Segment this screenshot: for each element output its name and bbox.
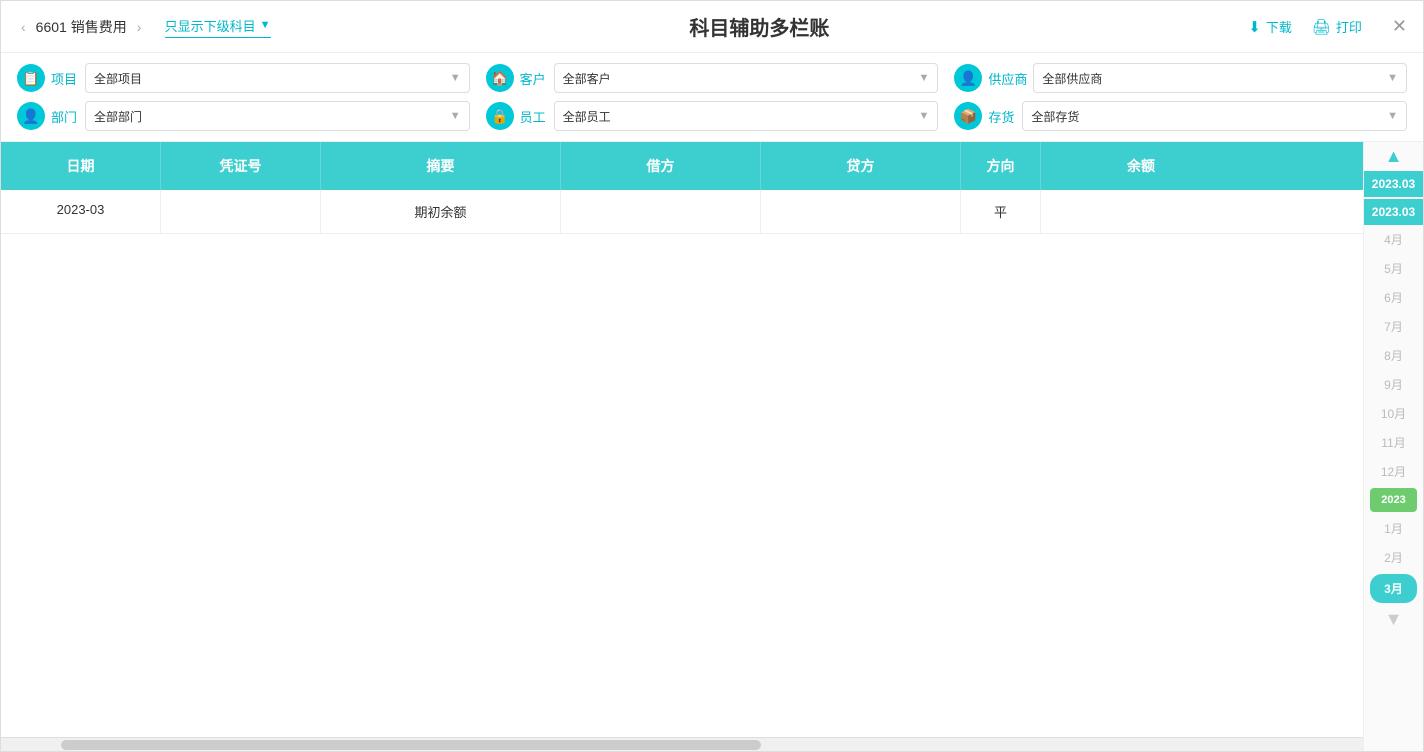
cell-balance bbox=[1041, 190, 1241, 233]
department-value: 全部部门 bbox=[94, 108, 142, 125]
filter-customer: 🏠 客户 全部客户 ▼ bbox=[486, 63, 939, 93]
inventory-label: 存货 bbox=[988, 107, 1016, 126]
timeline-down-arrow[interactable]: ▼ bbox=[1364, 605, 1423, 634]
timeline-month-8[interactable]: 8月 bbox=[1364, 341, 1423, 370]
cell-date: 2023-03 bbox=[1, 190, 161, 233]
department-label: 部门 bbox=[51, 107, 79, 126]
horizontal-scrollbar[interactable] bbox=[1, 737, 1363, 751]
timeline-year-2023[interactable]: 2023 bbox=[1370, 488, 1417, 512]
cell-summary: 期初余额 bbox=[321, 190, 561, 233]
project-label: 项目 bbox=[51, 69, 79, 88]
print-button[interactable]: 🖨 打印 bbox=[1312, 17, 1362, 36]
table-row: 2023-03 期初余额 平 bbox=[1, 190, 1363, 234]
col-voucher: 凭证号 bbox=[161, 142, 321, 190]
customer-select[interactable]: 全部客户 ▼ bbox=[554, 63, 939, 93]
timeline-month-1[interactable]: 1月 bbox=[1364, 514, 1423, 543]
nav-left: ‹ 6601 销售费用 › 只显示下级科目 ▼ bbox=[17, 16, 271, 38]
toolbar-right: ⬇ 下载 🖨 打印 ✕ bbox=[1248, 16, 1407, 37]
cell-direction: 平 bbox=[961, 190, 1041, 233]
main-content: 日期 凭证号 摘要 借方 贷方 方向 余额 2023-03 期初余额 平 bbox=[1, 142, 1423, 751]
cell-voucher bbox=[161, 190, 321, 233]
timeline-header-1: 2023.03 bbox=[1364, 171, 1423, 197]
inventory-select[interactable]: 全部存货 ▼ bbox=[1022, 101, 1407, 131]
filter-department: 👤 部门 全部部门 ▼ bbox=[17, 101, 470, 131]
page-title: 科目辅助多栏账 bbox=[271, 12, 1249, 41]
timeline-month-3-active[interactable]: 3月 bbox=[1370, 574, 1417, 603]
timeline-month-11[interactable]: 11月 bbox=[1364, 428, 1423, 457]
close-button[interactable]: ✕ bbox=[1392, 16, 1407, 37]
timeline-header-2: 2023.03 bbox=[1364, 199, 1423, 225]
download-button[interactable]: ⬇ 下载 bbox=[1248, 17, 1292, 36]
col-date: 日期 bbox=[1, 142, 161, 190]
filter-supplier: 👤 供应商 全部供应商 ▼ bbox=[954, 63, 1407, 93]
project-value: 全部项目 bbox=[94, 70, 142, 87]
main-window: ‹ 6601 销售费用 › 只显示下级科目 ▼ 科目辅助多栏账 ⬇ 下载 🖨 打… bbox=[0, 0, 1424, 752]
print-label: 打印 bbox=[1336, 17, 1362, 36]
customer-label: 客户 bbox=[520, 69, 548, 88]
scrollbar-thumb[interactable] bbox=[61, 740, 761, 750]
customer-value: 全部客户 bbox=[563, 70, 611, 87]
table-area: 日期 凭证号 摘要 借方 贷方 方向 余额 2023-03 期初余额 平 bbox=[1, 142, 1363, 751]
col-direction: 方向 bbox=[961, 142, 1041, 190]
download-icon: ⬇ bbox=[1248, 18, 1261, 36]
supplier-label: 供应商 bbox=[988, 69, 1027, 88]
department-select[interactable]: 全部部门 ▼ bbox=[85, 101, 470, 131]
filter-project: 📋 项目 全部项目 ▼ bbox=[17, 63, 470, 93]
inventory-icon: 📦 bbox=[954, 102, 982, 130]
cell-credit bbox=[761, 190, 961, 233]
filter-inventory: 📦 存货 全部存货 ▼ bbox=[954, 101, 1407, 131]
col-summary: 摘要 bbox=[321, 142, 561, 190]
project-chevron-icon: ▼ bbox=[450, 72, 461, 84]
supplier-chevron-icon: ▼ bbox=[1387, 72, 1398, 84]
project-select[interactable]: 全部项目 ▼ bbox=[85, 63, 470, 93]
col-balance: 余额 bbox=[1041, 142, 1241, 190]
customer-chevron-icon: ▼ bbox=[918, 72, 929, 84]
supplier-icon: 👤 bbox=[954, 64, 982, 92]
timeline-month-6[interactable]: 6月 bbox=[1364, 283, 1423, 312]
download-label: 下载 bbox=[1266, 17, 1292, 36]
chevron-down-icon: ▼ bbox=[260, 19, 271, 31]
table-body: 2023-03 期初余额 平 bbox=[1, 190, 1363, 737]
employee-select[interactable]: 全部员工 ▼ bbox=[554, 101, 939, 131]
table-header: 日期 凭证号 摘要 借方 贷方 方向 余额 bbox=[1, 142, 1363, 190]
department-icon: 👤 bbox=[17, 102, 45, 130]
next-arrow[interactable]: › bbox=[133, 17, 146, 37]
prev-arrow[interactable]: ‹ bbox=[17, 17, 30, 37]
filter-bar: 📋 项目 全部项目 ▼ 🏠 客户 全部客户 ▼ 👤 供应商 全部供应商 ▼ bbox=[1, 53, 1423, 142]
account-code: 6601 销售费用 bbox=[36, 17, 127, 37]
supplier-select[interactable]: 全部供应商 ▼ bbox=[1033, 63, 1407, 93]
cell-debit bbox=[561, 190, 761, 233]
timeline-month-2[interactable]: 2月 bbox=[1364, 543, 1423, 572]
project-icon: 📋 bbox=[17, 64, 45, 92]
timeline-month-9[interactable]: 9月 bbox=[1364, 370, 1423, 399]
inventory-value: 全部存货 bbox=[1031, 108, 1079, 125]
timeline-month-5[interactable]: 5月 bbox=[1364, 254, 1423, 283]
timeline-up-arrow[interactable]: ▲ bbox=[1364, 142, 1423, 171]
print-icon: 🖨 bbox=[1312, 18, 1331, 36]
filter-employee: 🔒 员工 全部员工 ▼ bbox=[486, 101, 939, 131]
timeline-month-7[interactable]: 7月 bbox=[1364, 312, 1423, 341]
col-debit: 借方 bbox=[561, 142, 761, 190]
customer-icon: 🏠 bbox=[486, 64, 514, 92]
show-sub-button[interactable]: 只显示下级科目 ▼ bbox=[165, 16, 271, 38]
col-credit: 贷方 bbox=[761, 142, 961, 190]
timeline-month-10[interactable]: 10月 bbox=[1364, 399, 1423, 428]
employee-icon: 🔒 bbox=[486, 102, 514, 130]
employee-label: 员工 bbox=[520, 107, 548, 126]
supplier-value: 全部供应商 bbox=[1042, 70, 1102, 87]
inventory-chevron-icon: ▼ bbox=[1387, 110, 1398, 122]
employee-chevron-icon: ▼ bbox=[918, 110, 929, 122]
employee-value: 全部员工 bbox=[563, 108, 611, 125]
show-sub-label: 只显示下级科目 bbox=[165, 16, 256, 35]
department-chevron-icon: ▼ bbox=[450, 110, 461, 122]
timeline-month-4[interactable]: 4月 bbox=[1364, 225, 1423, 254]
top-bar: ‹ 6601 销售费用 › 只显示下级科目 ▼ 科目辅助多栏账 ⬇ 下载 🖨 打… bbox=[1, 1, 1423, 53]
timeline-month-12[interactable]: 12月 bbox=[1364, 457, 1423, 486]
timeline-panel: ▲ 2023.03 2023.03 4月 5月 6月 7月 8月 9月 10月 … bbox=[1363, 142, 1423, 751]
